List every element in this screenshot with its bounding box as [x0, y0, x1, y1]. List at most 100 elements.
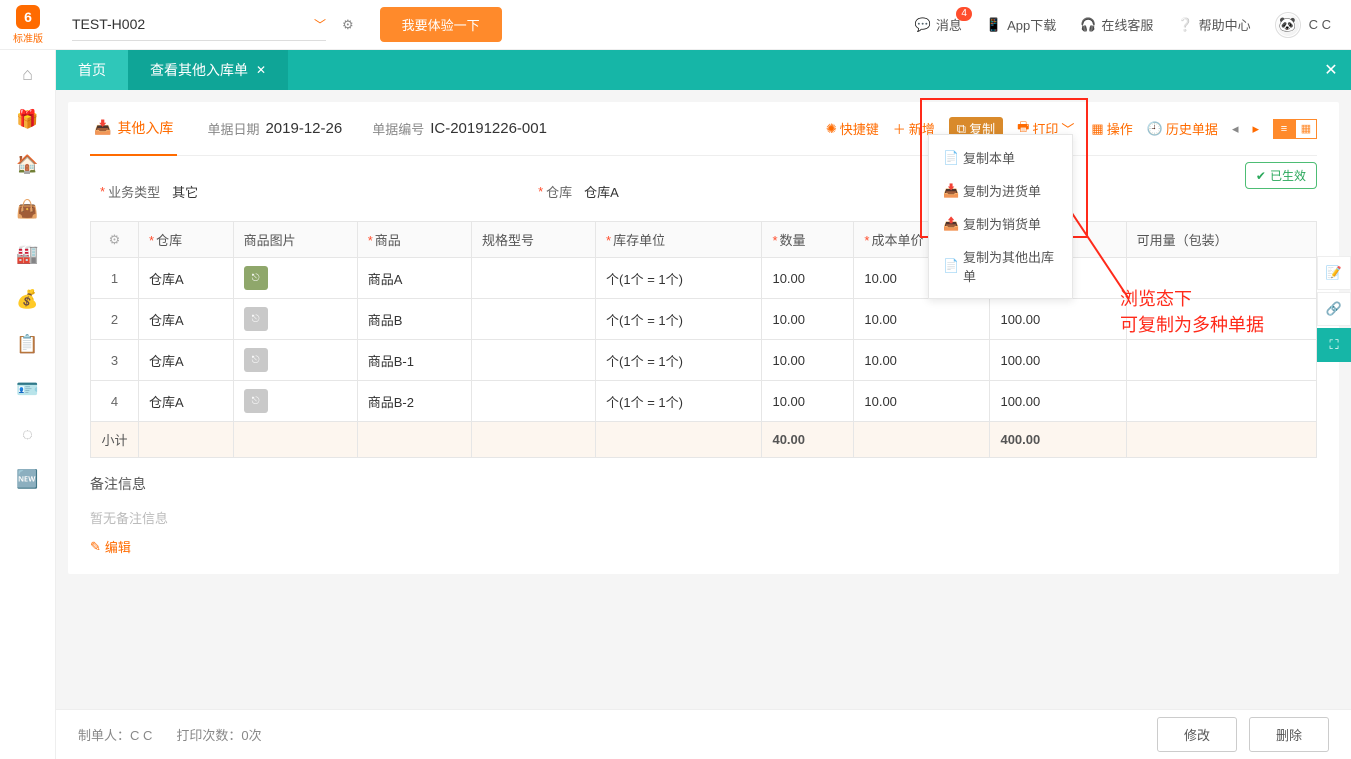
subtotal-row: 小计 40.00 400.00 — [91, 422, 1317, 458]
date-label: 单据日期 — [207, 119, 259, 138]
row-avail — [1126, 258, 1316, 299]
ops-button[interactable]: ▦操作 — [1091, 119, 1132, 138]
row-unit: 个(1个 = 1个) — [596, 381, 762, 422]
ops-label: 操作 — [1107, 119, 1133, 138]
copy-this-doc[interactable]: 📄复制本单 — [929, 141, 1072, 174]
history-button[interactable]: 🕘历史单据 — [1147, 119, 1218, 138]
nav-bag-icon[interactable]: 👜 — [16, 199, 38, 220]
avatar: 🐼 — [1275, 12, 1301, 38]
row-spec — [471, 340, 595, 381]
row-prod: 商品A — [357, 258, 471, 299]
message-icon: 💬 — [915, 17, 931, 33]
org-name: TEST-H002 — [72, 16, 145, 32]
remark-heading: 备注信息 — [90, 474, 1317, 494]
doc-icon: 📄 — [943, 150, 957, 166]
docno-label: 单据编号 — [372, 119, 424, 138]
online-service-button[interactable]: 🎧 在线客服 — [1080, 15, 1153, 34]
side-note-icon[interactable]: 📝 — [1317, 256, 1351, 290]
edit-label: 编辑 — [105, 537, 131, 556]
row-prod: 商品B — [357, 299, 471, 340]
next-button[interactable]: ▸ — [1252, 121, 1259, 137]
dd-label-2: 复制为进货单 — [963, 181, 1041, 200]
copy-as-purchase[interactable]: 📥复制为进货单 — [929, 174, 1072, 207]
help-label: 帮助中心 — [1199, 15, 1251, 34]
nav-gift-icon[interactable]: 🎁 — [16, 109, 38, 130]
nav-warehouse-icon[interactable]: 🏭 — [16, 244, 38, 265]
row-img: ⎋ — [233, 258, 357, 299]
edit-remark-button[interactable]: ✎ 编辑 — [90, 537, 131, 556]
prev-button[interactable]: ◂ — [1232, 121, 1239, 137]
doc-out-icon: 📄 — [943, 258, 957, 274]
logo-icon: 6 — [16, 5, 40, 29]
dd-label-3: 复制为销货单 — [963, 214, 1041, 233]
wh-label: 仓库 — [546, 182, 572, 201]
table-row[interactable]: 4仓库A⎋商品B-2个(1个 = 1个)10.0010.00100.00 — [91, 381, 1317, 422]
info-row: *业务类型 其它 *仓库 仓库A — [90, 156, 1317, 221]
row-amount: 100.00 — [990, 381, 1126, 422]
shortcut-button[interactable]: ✺快捷键 — [826, 119, 879, 138]
settings-column[interactable]: ⚙ — [91, 222, 139, 258]
nav-id-icon[interactable]: 🪪 — [16, 379, 38, 400]
row-wh: 仓库A — [139, 258, 234, 299]
view-grid-button[interactable]: ▦ — [1295, 119, 1317, 139]
row-price: 10.00 — [854, 340, 990, 381]
top-bar: 6 标准版 TEST-H002 ﹀ ⚙ 我要体验一下 💬 消息 4 📱 App下… — [0, 0, 1351, 50]
row-amount: 100.00 — [990, 340, 1126, 381]
document-card: 📥 其他入库 单据日期 2019-12-26 单据编号 IC-20191226-… — [68, 102, 1339, 574]
check-icon: ✔ — [1256, 169, 1266, 183]
doc-type-tab[interactable]: 📥 其他入库 — [90, 102, 177, 156]
table-row[interactable]: 2仓库A⎋商品B个(1个 = 1个)10.0010.00100.00 — [91, 299, 1317, 340]
row-prod: 商品B-1 — [357, 340, 471, 381]
headset-icon: 🎧 — [1080, 17, 1096, 33]
shortcut-label: 快捷键 — [840, 119, 879, 138]
org-selector[interactable]: TEST-H002 ﹀ — [72, 9, 326, 41]
row-spec — [471, 299, 595, 340]
nav-house-icon[interactable]: 🏠 — [16, 154, 38, 175]
view-list-button[interactable]: ≡ — [1273, 119, 1295, 139]
nav-loading-icon[interactable]: ◌ — [22, 424, 33, 445]
close-icon[interactable]: ✕ — [256, 63, 266, 77]
inbound-icon: 📥 — [94, 119, 111, 136]
col-unit: *库存单位 — [596, 222, 762, 258]
col-avail: 可用量（包装） — [1126, 222, 1316, 258]
row-index: 1 — [91, 258, 139, 299]
app-download-button[interactable]: 📱 App下载 — [986, 15, 1056, 34]
side-link-icon[interactable]: 🔗 — [1317, 292, 1351, 326]
nav-new-icon[interactable]: 🆕 — [16, 469, 38, 490]
row-wh: 仓库A — [139, 340, 234, 381]
side-expand-icon[interactable]: ⛶ — [1317, 328, 1351, 362]
table-row[interactable]: 3仓库A⎋商品B-1个(1个 = 1个)10.0010.00100.00 — [91, 340, 1317, 381]
modify-button[interactable]: 修改 — [1157, 717, 1237, 752]
nav-home-icon[interactable]: ⌂ — [22, 64, 33, 85]
subtotal-label: 小计 — [91, 422, 139, 458]
close-all-tabs-button[interactable]: ✕ — [1311, 50, 1351, 90]
warehouse-field: *仓库 仓库A — [538, 182, 619, 201]
settings-icon[interactable]: ⚙ — [342, 17, 354, 33]
tab-view-doc[interactable]: 查看其他入库单 ✕ — [128, 50, 288, 90]
biz-label: 业务类型 — [108, 182, 160, 201]
help-center-button[interactable]: ❔ 帮助中心 — [1177, 15, 1250, 34]
nav-money-icon[interactable]: 💰 — [16, 289, 38, 310]
user-menu[interactable]: 🐼 C C — [1275, 12, 1331, 38]
copy-as-other-out[interactable]: 📄复制为其他出库单 — [929, 240, 1072, 292]
biz-value: 其它 — [172, 182, 198, 201]
items-table: ⚙ *仓库 商品图片 *商品 规格型号 *库存单位 *数量 *成本单价 *成本金… — [90, 221, 1317, 458]
table-row[interactable]: 1仓库A⎋商品A个(1个 = 1个)10.0010.00100.00 — [91, 258, 1317, 299]
tab-view-label: 查看其他入库单 — [150, 60, 248, 80]
copy-dropdown: 📄复制本单 📥复制为进货单 📤复制为销货单 📄复制为其他出库单 — [928, 134, 1073, 299]
messages-button[interactable]: 💬 消息 4 — [915, 15, 962, 34]
nav-clipboard-icon[interactable]: 📋 — [16, 334, 38, 355]
row-index: 3 — [91, 340, 139, 381]
row-index: 2 — [91, 299, 139, 340]
row-qty: 10.00 — [762, 381, 854, 422]
copy-as-sales[interactable]: 📤复制为销货单 — [929, 207, 1072, 240]
delete-button[interactable]: 删除 — [1249, 717, 1329, 752]
row-qty: 10.00 — [762, 340, 854, 381]
view-toggle: ≡ ▦ — [1273, 119, 1317, 139]
side-tools: 📝 🔗 ⛶ — [1317, 256, 1351, 364]
try-button[interactable]: 我要体验一下 — [380, 7, 502, 42]
card-footer: 制单人：C C 打印次数：0次 修改 删除 — [56, 709, 1351, 759]
card-header: 📥 其他入库 单据日期 2019-12-26 单据编号 IC-20191226-… — [90, 102, 1317, 156]
tab-home[interactable]: 首页 — [56, 50, 128, 90]
date-value: 2019-12-26 — [265, 120, 342, 137]
